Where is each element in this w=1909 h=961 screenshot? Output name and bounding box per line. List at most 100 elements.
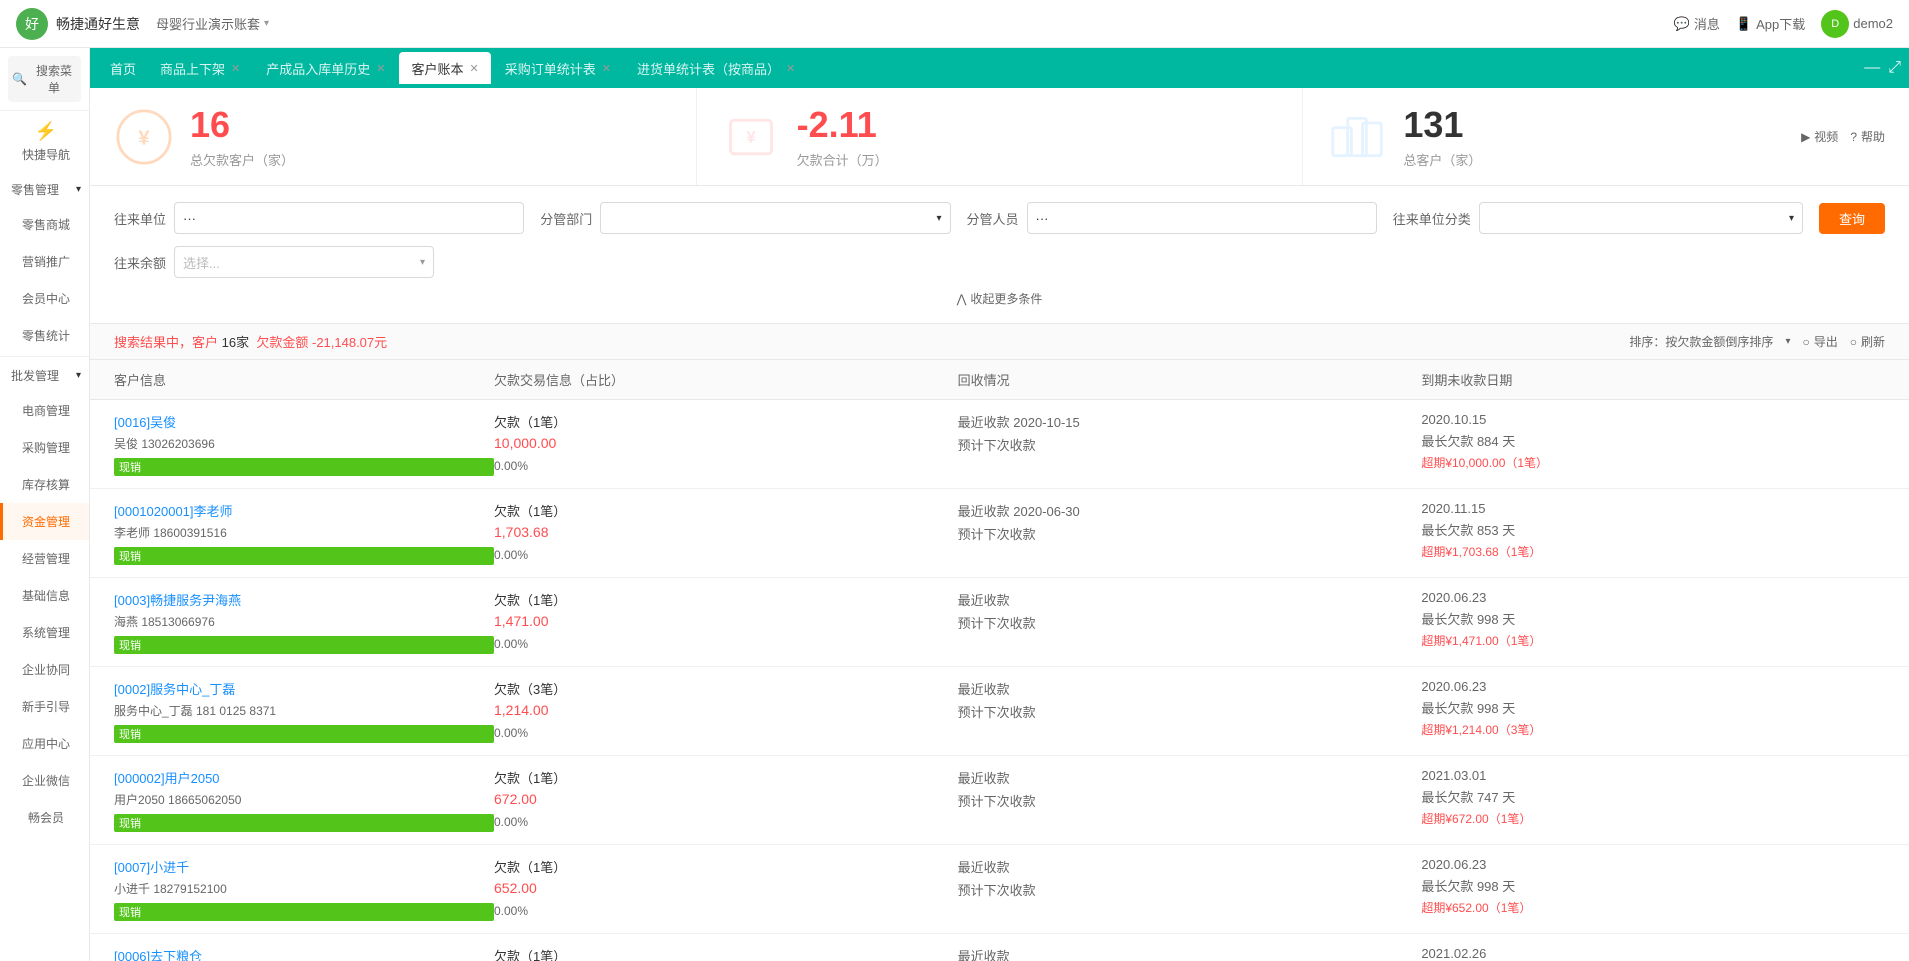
export-btn[interactable]: ○ 导出 [1802,333,1837,350]
message-btn[interactable]: 💬 消息 [1674,14,1720,33]
chevron-down-icon: ▾ [76,184,81,195]
stat-help-area: ▶ 视频 ? 帮助 [1801,128,1885,145]
stat-info-debt-amount: -2.11 欠款合计（万） [797,104,888,169]
customer-name-link[interactable]: [0006]去下粮仓 [114,946,494,961]
tab-close-icon[interactable]: ✕ [470,62,479,75]
debt-info-3: 欠款（1笔） 1,471.00 0.00% [494,590,958,651]
video-label: 视频 [1814,128,1838,145]
sidebar-item-retail-store[interactable]: 零售商城 [0,206,89,243]
customer-name-link[interactable]: [0001020001]李老师 [114,501,494,520]
video-btn[interactable]: ▶ 视频 [1801,128,1838,145]
tab-close-icon[interactable]: ✕ [231,62,240,75]
balance-select[interactable]: 选择... ▾ [174,246,434,278]
sidebar-item-app-center[interactable]: 应用中心 [0,725,89,762]
sidebar-item-ecommerce[interactable]: 电商管理 [0,392,89,429]
tab-customer-account[interactable]: 客户账本 ✕ [399,52,490,84]
sidebar-item-label: 库存核算 [22,476,70,493]
sidebar-item-enterprise[interactable]: 企业协同 [0,651,89,688]
sidebar-item-label: 零售商城 [22,216,70,233]
overdue-info-2: 2020.11.15 最长欠款 853 天 超期¥1,703.68（1笔） [1421,501,1885,560]
tab-expand-icon[interactable]: ⤢ [1888,59,1901,77]
due-date: 2020.11.15 [1421,501,1885,516]
sidebar-item-marketing[interactable]: 营销推广 [0,243,89,280]
customer-phone: 小进千 18279152100 [114,880,494,897]
stats-row: ¥ 16 总欠款客户（家） ¥ [90,88,1909,186]
due-date: 2021.03.01 [1421,768,1885,783]
dots-icon: ··· [1036,211,1049,226]
stat-label-debt-customers: 总欠款客户（家） [190,150,294,169]
search-btn[interactable]: 查询 [1819,203,1885,234]
sidebar-item-basic-info[interactable]: 基础信息 [0,577,89,614]
customer-phone: 李老师 18600391516 [114,524,494,541]
customer-name-link[interactable]: [0002]服务中心_丁磊 [114,679,494,698]
customer-name-link[interactable]: [000002]用户2050 [114,768,494,787]
table-row: [0001020001]李老师 李老师 18600391516 现销 欠款（1笔… [90,489,1909,578]
sidebar-divider [0,356,89,357]
sidebar-item-label: 资金管理 [22,513,70,530]
sidebar-group-batch[interactable]: 批发管理 ▾ [0,359,89,392]
manager-input[interactable]: ··· [1027,202,1377,234]
overdue-link[interactable]: 超期¥1,703.68（1笔） [1421,543,1885,560]
search-menu-btn[interactable]: 🔍 搜索菜单 [8,56,81,102]
sidebar-item-operation[interactable]: 经营管理 [0,540,89,577]
tab-controls: — ⤢ [1864,59,1901,77]
sidebar-group-retail[interactable]: 零售管理 ▾ [0,173,89,206]
tab-close-icon[interactable]: ✕ [786,62,795,75]
results-customer-count: 16家 [222,335,249,350]
refresh-icon: ○ [1850,335,1857,349]
customer-tag: 现销 [114,814,494,832]
sidebar-item-finance[interactable]: 资金管理 [0,503,89,540]
message-label: 消息 [1694,14,1720,33]
svg-text:¥: ¥ [746,127,756,146]
sidebar-item-sys-mgmt[interactable]: 系统管理 [0,614,89,651]
sidebar-item-purchase[interactable]: 采购管理 [0,429,89,466]
user-profile[interactable]: D demo2 [1821,10,1893,38]
sidebar-item-quick-nav[interactable]: ⚡ 快捷导航 [0,111,89,173]
stat-card-debt-customers: ¥ 16 总欠款客户（家） [90,88,697,185]
logo-area: 好 畅捷通好生意 [16,8,140,40]
overdue-link[interactable]: 超期¥652.00（1笔） [1421,899,1885,916]
stat-card-debt-amount: ¥ -2.11 欠款合计（万） [697,88,1304,185]
filter-area: 往来单位 ··· 分管部门 ▾ [90,186,1909,324]
collapse-btn[interactable]: ⋀ 收起更多条件 [114,290,1885,307]
next-collect: 预计下次收款 [958,702,1422,721]
overdue-info-4: 2020.06.23 最长欠款 998 天 超期¥1,214.00（3笔） [1421,679,1885,738]
chevron-down-icon[interactable]: ▾ [1785,336,1790,347]
sidebar-item-guide[interactable]: 新手引导 [0,688,89,725]
tab-purchase-stats[interactable]: 采购订单统计表 ✕ [493,52,623,84]
customer-tag: 现销 [114,903,494,921]
unit-category-select[interactable]: ▾ [1479,202,1803,234]
tab-close-icon[interactable]: ✕ [602,62,611,75]
customer-name-link[interactable]: [0003]畅捷服务尹海燕 [114,590,494,609]
tab-home[interactable]: 首页 [98,59,148,78]
sidebar-item-member[interactable]: 会员中心 [0,280,89,317]
table-row: [0016]吴俊 吴俊 13026203696 现销 欠款（1笔） 10,000… [90,400,1909,489]
debt-info-2: 欠款（1笔） 1,703.68 0.00% [494,501,958,562]
customer-name-link[interactable]: [0007]小进千 [114,857,494,876]
collapse-up-icon: ⋀ [957,292,967,306]
tab-product-offsale[interactable]: 商品上下架 ✕ [148,52,252,84]
help-btn[interactable]: ? 帮助 [1850,128,1885,145]
refresh-btn[interactable]: ○ 刷新 [1850,333,1885,350]
store-selector[interactable]: 母婴行业演示账套 ▾ [156,14,269,33]
tab-close-icon[interactable]: ✕ [376,62,385,75]
tab-collapse-icon[interactable]: — [1864,59,1880,77]
overdue-link[interactable]: 超期¥10,000.00（1笔） [1421,454,1885,471]
sidebar-item-inventory[interactable]: 库存核算 [0,466,89,503]
customer-info-3: [0003]畅捷服务尹海燕 海燕 18513066976 现销 [114,590,494,654]
overdue-link[interactable]: 超期¥672.00（1笔） [1421,810,1885,827]
sidebar-item-vip[interactable]: 畅会员 [0,799,89,836]
sidebar-item-wechat[interactable]: 企业微信 [0,762,89,799]
app-download-btn[interactable]: 📱 App下载 [1736,14,1805,33]
filter-dept-label: 分管部门 [540,209,592,228]
source-unit-input[interactable]: ··· [174,202,524,234]
tab-instock-stats[interactable]: 进货单统计表（按商品） ✕ [625,52,807,84]
dept-select[interactable]: ▾ [600,202,950,234]
customer-name-link[interactable]: [0016]吴俊 [114,412,494,431]
results-amount-value: -21,148.07元 [312,335,387,350]
sidebar-item-retail-stats[interactable]: 零售统计 [0,317,89,354]
tab-product-instock[interactable]: 产成品入库单历史 ✕ [254,52,397,84]
col-debt-info: 欠款交易信息（占比） [494,370,958,389]
overdue-link[interactable]: 超期¥1,471.00（1笔） [1421,632,1885,649]
overdue-link[interactable]: 超期¥1,214.00（3笔） [1421,721,1885,738]
